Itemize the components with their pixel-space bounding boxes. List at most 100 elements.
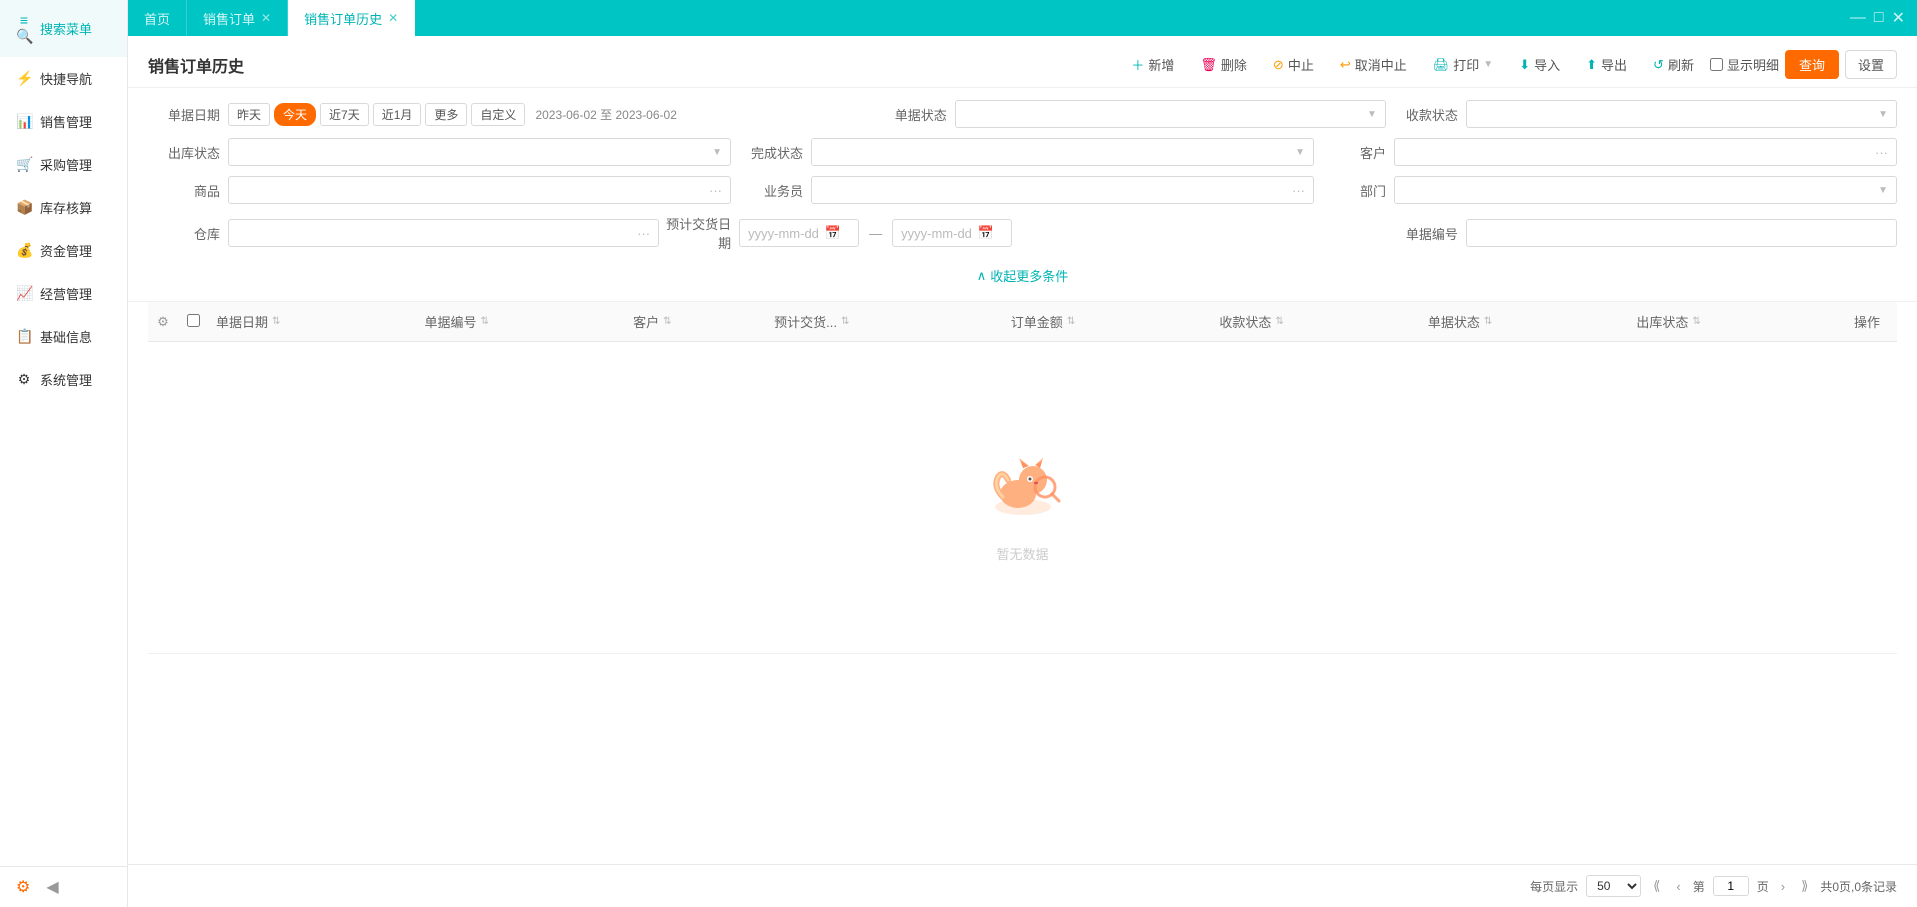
date-btn-more[interactable]: 更多 — [425, 103, 467, 126]
complete-status-select[interactable]: ▼ — [811, 138, 1314, 166]
department-control[interactable]: ▼ — [1394, 176, 1897, 204]
window-close-btn[interactable]: ✕ — [1892, 8, 1905, 28]
sidebar-item-operations[interactable]: 📈 经营管理 — [0, 272, 127, 315]
table-settings-col[interactable]: ⚙ — [148, 302, 178, 342]
sidebar-item-system-mgmt[interactable]: ⚙ 系统管理 — [0, 358, 127, 401]
doc-status-select[interactable]: ▼ — [955, 100, 1386, 128]
col-customer-sort[interactable]: ⇅ — [663, 316, 671, 327]
display-cols-checkbox[interactable] — [1710, 58, 1723, 71]
per-page-select[interactable]: 50 10 20 100 — [1586, 875, 1641, 897]
refresh-button[interactable]: ↺ 刷新 — [1643, 51, 1704, 78]
window-maximize-btn[interactable]: □ — [1874, 9, 1884, 27]
product-control[interactable]: ··· — [228, 176, 731, 204]
query-button[interactable]: 查询 — [1785, 50, 1839, 79]
page-label: 页 — [1757, 878, 1769, 895]
date-btn-7days[interactable]: 近7天 — [320, 103, 369, 126]
sidebar-item-basic-info[interactable]: 📋 基础信息 — [0, 315, 127, 358]
date-range-text: 2023-06-02 至 2023-06-02 — [535, 106, 676, 123]
tab-sales-order[interactable]: 销售订单 ✕ — [187, 0, 288, 36]
stop-button[interactable]: ⊘ 中止 — [1263, 51, 1324, 78]
doc-no-label: 单据编号 — [1386, 224, 1466, 243]
sidebar-item-inventory[interactable]: 📦 库存核算 — [0, 186, 127, 229]
table-area: ⚙ 单据日期 ⇅ 单据编号 — [128, 302, 1917, 864]
col-payment-status: 收款状态 ⇅ — [1211, 302, 1420, 342]
page-last-btn[interactable]: ⟫ — [1797, 876, 1812, 896]
sidebar-item-label: 资金管理 — [40, 241, 92, 260]
cancel-stop-button[interactable]: ↩ 取消中止 — [1330, 51, 1417, 78]
col-doc-date-sort[interactable]: ⇅ — [272, 316, 280, 327]
display-cols-toggle[interactable]: 显示明细 — [1710, 55, 1779, 74]
sidebar-item-sales-mgmt[interactable]: 📊 销售管理 — [0, 100, 127, 143]
page-number-input[interactable] — [1713, 876, 1749, 896]
salesperson-control[interactable]: ··· — [811, 176, 1314, 204]
complete-status-control[interactable]: ▼ — [811, 138, 1314, 166]
new-button[interactable]: ＋ 新增 — [1121, 51, 1184, 78]
col-expected-date-label: 预计交货... — [774, 312, 837, 331]
date-btn-today[interactable]: 今天 — [274, 103, 316, 126]
page-prev-btn[interactable]: ‹ — [1672, 877, 1684, 896]
department-select[interactable]: ▼ — [1394, 176, 1897, 204]
page-first-btn[interactable]: ⟪ — [1649, 876, 1664, 896]
out-status-control[interactable]: ▼ — [228, 138, 731, 166]
filter-row-4: 仓库 ··· 预计交货日期 yyyy-mm-dd 📅 — yyyy-mm-dd — [148, 214, 1897, 252]
customer-control[interactable]: ··· — [1394, 138, 1897, 166]
collapse-button[interactable]: ∧ 收起更多条件 — [148, 262, 1897, 289]
tab-sales-order-history[interactable]: 销售订单历史 ✕ — [288, 0, 415, 36]
purchase-mgmt-icon: 🛒 — [16, 156, 32, 173]
sidebar-item-finance[interactable]: 💰 资金管理 — [0, 229, 127, 272]
col-order-amount-sort[interactable]: ⇅ — [1067, 316, 1075, 327]
payment-status-select[interactable]: ▼ — [1466, 100, 1897, 128]
col-expected-date-sort[interactable]: ⇅ — [841, 316, 849, 327]
table-header-row: ⚙ 单据日期 ⇅ 单据编号 — [148, 302, 1897, 342]
select-all-checkbox[interactable] — [187, 314, 200, 327]
expected-delivery-end[interactable]: yyyy-mm-dd 📅 — [892, 219, 1012, 247]
window-minimize-btn[interactable]: — — [1850, 9, 1866, 27]
delete-button[interactable]: 🗑 删除 — [1190, 51, 1257, 78]
sidebar-item-label: 快捷导航 — [40, 69, 92, 88]
date-btn-1month[interactable]: 近1月 — [373, 103, 422, 126]
product-dots: ··· — [709, 183, 722, 198]
data-table: ⚙ 单据日期 ⇅ 单据编号 — [148, 302, 1897, 654]
doc-no-control[interactable] — [1466, 219, 1897, 247]
page-header: 销售订单历史 ＋ 新增 🗑 删除 ⊘ 中止 ↩ 取消中止 — [128, 36, 1917, 88]
table-checkbox-col[interactable] — [178, 302, 208, 342]
expected-delivery-end-placeholder: yyyy-mm-dd — [901, 226, 972, 241]
col-payment-status-sort[interactable]: ⇅ — [1275, 316, 1283, 327]
sidebar: ≡🔍 搜索菜单 ⚡ 快捷导航 📊 销售管理 🛒 采购管理 📦 库存核算 💰 资金… — [0, 0, 128, 907]
export-button[interactable]: ⬆ 导出 — [1576, 51, 1637, 78]
tab-sales-order-close[interactable]: ✕ — [261, 11, 271, 25]
tab-home[interactable]: 首页 — [128, 0, 187, 36]
settings-bottom-icon[interactable]: ⚙ — [16, 877, 30, 897]
salesperson-input[interactable]: ··· — [811, 176, 1314, 204]
expected-delivery-start[interactable]: yyyy-mm-dd 📅 — [739, 219, 859, 247]
date-btn-yesterday[interactable]: 昨天 — [228, 103, 270, 126]
new-label: 新增 — [1148, 55, 1174, 74]
delete-icon: 🗑 — [1200, 57, 1217, 73]
sidebar-item-label: 搜索菜单 — [40, 19, 92, 38]
doc-status-control[interactable]: ▼ — [955, 100, 1386, 128]
table-settings-icon[interactable]: ⚙ — [157, 314, 169, 329]
customer-label: 客户 — [1314, 143, 1394, 162]
doc-no-input[interactable] — [1466, 219, 1897, 247]
collapse-sidebar-icon[interactable]: ◀ — [46, 877, 58, 897]
tab-history-close[interactable]: ✕ — [388, 11, 398, 25]
col-doc-no-sort[interactable]: ⇅ — [481, 316, 489, 327]
date-btn-custom[interactable]: 自定义 — [471, 103, 525, 126]
customer-input[interactable]: ··· — [1394, 138, 1897, 166]
payment-status-control[interactable]: ▼ — [1466, 100, 1897, 128]
sidebar-item-quick-nav[interactable]: ⚡ 快捷导航 — [0, 57, 127, 100]
settings-button[interactable]: 设置 — [1845, 50, 1897, 79]
sidebar-item-search-menu[interactable]: ≡🔍 搜索菜单 — [0, 0, 127, 57]
print-button[interactable]: 🖨 打印 ▼ — [1423, 51, 1503, 78]
warehouse-control[interactable]: ··· — [228, 219, 659, 247]
warehouse-input[interactable]: ··· — [228, 219, 659, 247]
col-out-status-sort[interactable]: ⇅ — [1692, 316, 1700, 327]
total-records: 共0页,0条记录 — [1820, 878, 1897, 895]
import-button[interactable]: ⬇ 导入 — [1509, 51, 1570, 78]
out-status-select[interactable]: ▼ — [228, 138, 731, 166]
empty-text: 暂无数据 — [996, 544, 1048, 563]
product-input[interactable]: ··· — [228, 176, 731, 204]
page-next-btn[interactable]: › — [1777, 877, 1789, 896]
sidebar-item-purchase-mgmt[interactable]: 🛒 采购管理 — [0, 143, 127, 186]
col-doc-status-sort[interactable]: ⇅ — [1484, 316, 1492, 327]
